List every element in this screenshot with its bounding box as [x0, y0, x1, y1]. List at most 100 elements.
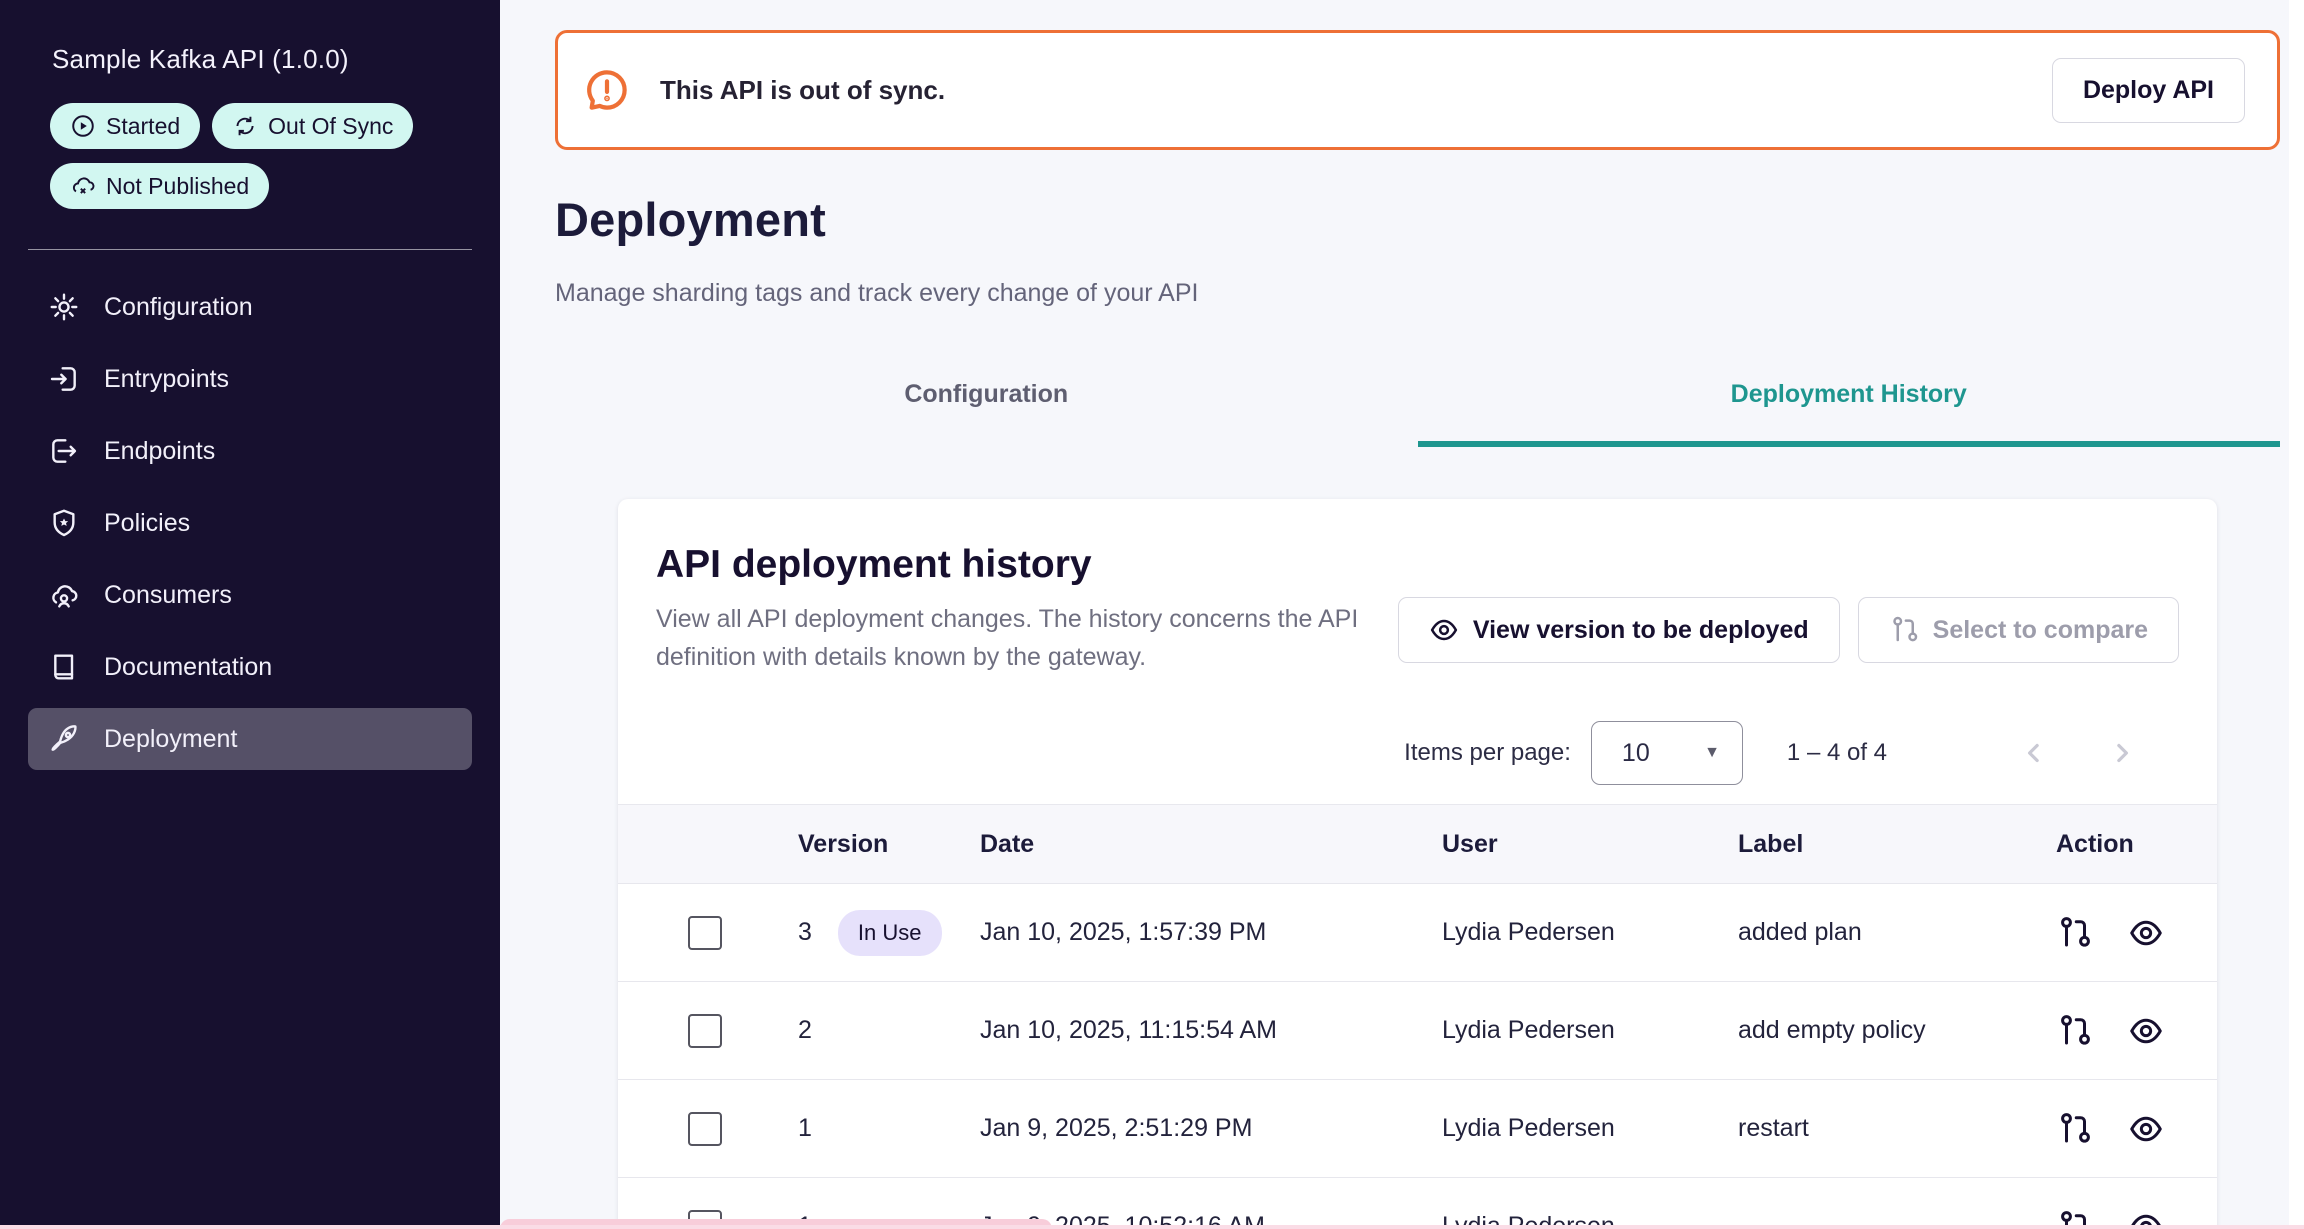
gear-icon: [48, 291, 80, 323]
row-user: Lydia Pedersen: [1442, 1016, 1738, 1045]
sidebar-item-label: Consumers: [104, 581, 232, 610]
compare-icon[interactable]: [2056, 915, 2092, 951]
cloud-unpublished-icon: [70, 173, 96, 199]
compare-icon[interactable]: [2056, 1111, 2092, 1147]
tab-configuration[interactable]: Configuration: [555, 362, 1418, 447]
chevron-left-icon: [2019, 738, 2049, 768]
out-of-sync-banner: This API is out of sync. Deploy API: [555, 30, 2280, 150]
chevron-down-icon: ▼: [1704, 744, 1720, 762]
eye-icon[interactable]: [2128, 915, 2164, 951]
row-date: Jan 10, 2025, 1:57:39 PM: [980, 918, 1442, 947]
card-title: API deployment history: [656, 543, 1398, 587]
sidebar-item-label: Documentation: [104, 653, 272, 682]
sidebar: Sample Kafka API (1.0.0) Started Out Of …: [0, 0, 500, 1229]
version-number: 1: [798, 1114, 812, 1143]
items-per-page-value: 10: [1622, 739, 1650, 768]
tab-deployment-history[interactable]: Deployment History: [1418, 362, 2281, 447]
sidebar-item-label: Configuration: [104, 293, 253, 322]
table-row: 3 In Use Jan 10, 2025, 1:57:39 PM Lydia …: [618, 883, 2217, 981]
status-badge-started: Started: [50, 103, 200, 149]
bottom-pink-strip: [0, 1225, 2304, 1229]
table-header-row: Version Date User Label Action: [618, 805, 2217, 883]
sidebar-item-label: Endpoints: [104, 437, 215, 466]
deployment-history-table: Version Date User Label Action 3 In Use …: [618, 804, 2217, 1229]
sidebar-item-label: Entrypoints: [104, 365, 229, 394]
table-row: 2 Jan 10, 2025, 11:15:54 AM Lydia Peders…: [618, 981, 2217, 1079]
row-checkbox[interactable]: [688, 1014, 722, 1048]
page-title: Deployment: [555, 192, 2280, 247]
status-badge-not-published: Not Published: [50, 163, 269, 209]
banner-message: This API is out of sync.: [660, 75, 2052, 106]
deployment-history-card: API deployment history View all API depl…: [618, 499, 2217, 1229]
select-to-compare-button[interactable]: Select to compare: [1858, 597, 2179, 663]
sidebar-item-label: Deployment: [104, 725, 237, 754]
row-date: Jan 10, 2025, 11:15:54 AM: [980, 1016, 1442, 1045]
card-buttons: View version to be deployed Select to co…: [1398, 597, 2179, 663]
page-subtitle: Manage sharding tags and track every cha…: [555, 279, 2280, 308]
sidebar-nav: Configuration Entrypoints Endpoints Poli…: [28, 276, 472, 770]
sidebar-item-documentation[interactable]: Documentation: [28, 636, 472, 698]
previous-page-button[interactable]: [2019, 738, 2049, 768]
row-user: Lydia Pedersen: [1442, 918, 1738, 947]
row-date: Jan 9, 2025, 2:51:29 PM: [980, 1114, 1442, 1143]
select-to-compare-label: Select to compare: [1933, 616, 2148, 645]
card-header-text: API deployment history View all API depl…: [656, 543, 1398, 676]
tab-bar: Configuration Deployment History: [555, 362, 2280, 447]
row-label: restart: [1738, 1114, 2056, 1143]
eye-icon[interactable]: [2128, 1111, 2164, 1147]
pagination-bar: Items per page: 10 ▼ 1 – 4 of 4: [618, 702, 2217, 804]
warning-bubble-icon: [584, 67, 630, 113]
book-icon: [48, 651, 80, 683]
cloud-user-icon: [48, 579, 80, 611]
row-checkbox[interactable]: [688, 1112, 722, 1146]
status-badge-label: Not Published: [106, 173, 249, 200]
deploy-api-button[interactable]: Deploy API: [2052, 58, 2245, 123]
row-user: Lydia Pedersen: [1442, 1114, 1738, 1143]
column-header-user: User: [1442, 830, 1738, 859]
table-row: 1 Jan 9, 2025, 2:51:29 PM Lydia Pedersen…: [618, 1079, 2217, 1177]
row-label: added plan: [1738, 918, 2056, 947]
card-header: API deployment history View all API depl…: [618, 499, 2217, 702]
items-per-page-select[interactable]: 10 ▼: [1591, 721, 1743, 785]
in-use-badge: In Use: [838, 910, 942, 956]
eye-icon: [1429, 615, 1459, 645]
entry-arrow-icon: [48, 363, 80, 395]
column-header-date: Date: [980, 830, 1442, 859]
status-badge-out-of-sync: Out Of Sync: [212, 103, 413, 149]
api-title: Sample Kafka API (1.0.0): [52, 44, 472, 75]
sidebar-item-deployment[interactable]: Deployment: [28, 708, 472, 770]
api-status-badges: Started Out Of Sync Not Published: [50, 103, 470, 209]
status-badge-label: Out Of Sync: [268, 113, 393, 140]
row-checkbox[interactable]: [688, 916, 722, 950]
view-version-label: View version to be deployed: [1473, 616, 1809, 645]
status-badge-label: Started: [106, 113, 180, 140]
sidebar-item-endpoints[interactable]: Endpoints: [28, 420, 472, 482]
pagination-range: 1 – 4 of 4: [1787, 739, 1887, 767]
scrollbar-track[interactable]: [2289, 0, 2304, 1229]
sidebar-item-label: Policies: [104, 509, 190, 538]
compare-icon[interactable]: [2056, 1013, 2092, 1049]
sidebar-item-policies[interactable]: Policies: [28, 492, 472, 554]
sidebar-item-entrypoints[interactable]: Entrypoints: [28, 348, 472, 410]
compare-icon: [1889, 615, 1919, 645]
main-content: This API is out of sync. Deploy API Depl…: [500, 0, 2304, 1229]
column-header-version: Version: [768, 830, 980, 859]
column-header-label: Label: [1738, 830, 2056, 859]
sidebar-item-configuration[interactable]: Configuration: [28, 276, 472, 338]
view-version-button[interactable]: View version to be deployed: [1398, 597, 1840, 663]
play-circle-icon: [70, 113, 96, 139]
card-description: View all API deployment changes. The his…: [656, 601, 1398, 676]
row-label: add empty policy: [1738, 1016, 2056, 1045]
exit-arrow-icon: [48, 435, 80, 467]
version-number: 2: [798, 1016, 812, 1045]
sidebar-item-consumers[interactable]: Consumers: [28, 564, 472, 626]
chevron-right-icon: [2107, 738, 2137, 768]
sidebar-divider: [28, 249, 472, 250]
rocket-icon: [48, 723, 80, 755]
column-header-action: Action: [2056, 830, 2217, 859]
version-number: 3: [798, 918, 812, 947]
shield-icon: [48, 507, 80, 539]
eye-icon[interactable]: [2128, 1013, 2164, 1049]
sync-icon: [232, 113, 258, 139]
next-page-button[interactable]: [2107, 738, 2137, 768]
